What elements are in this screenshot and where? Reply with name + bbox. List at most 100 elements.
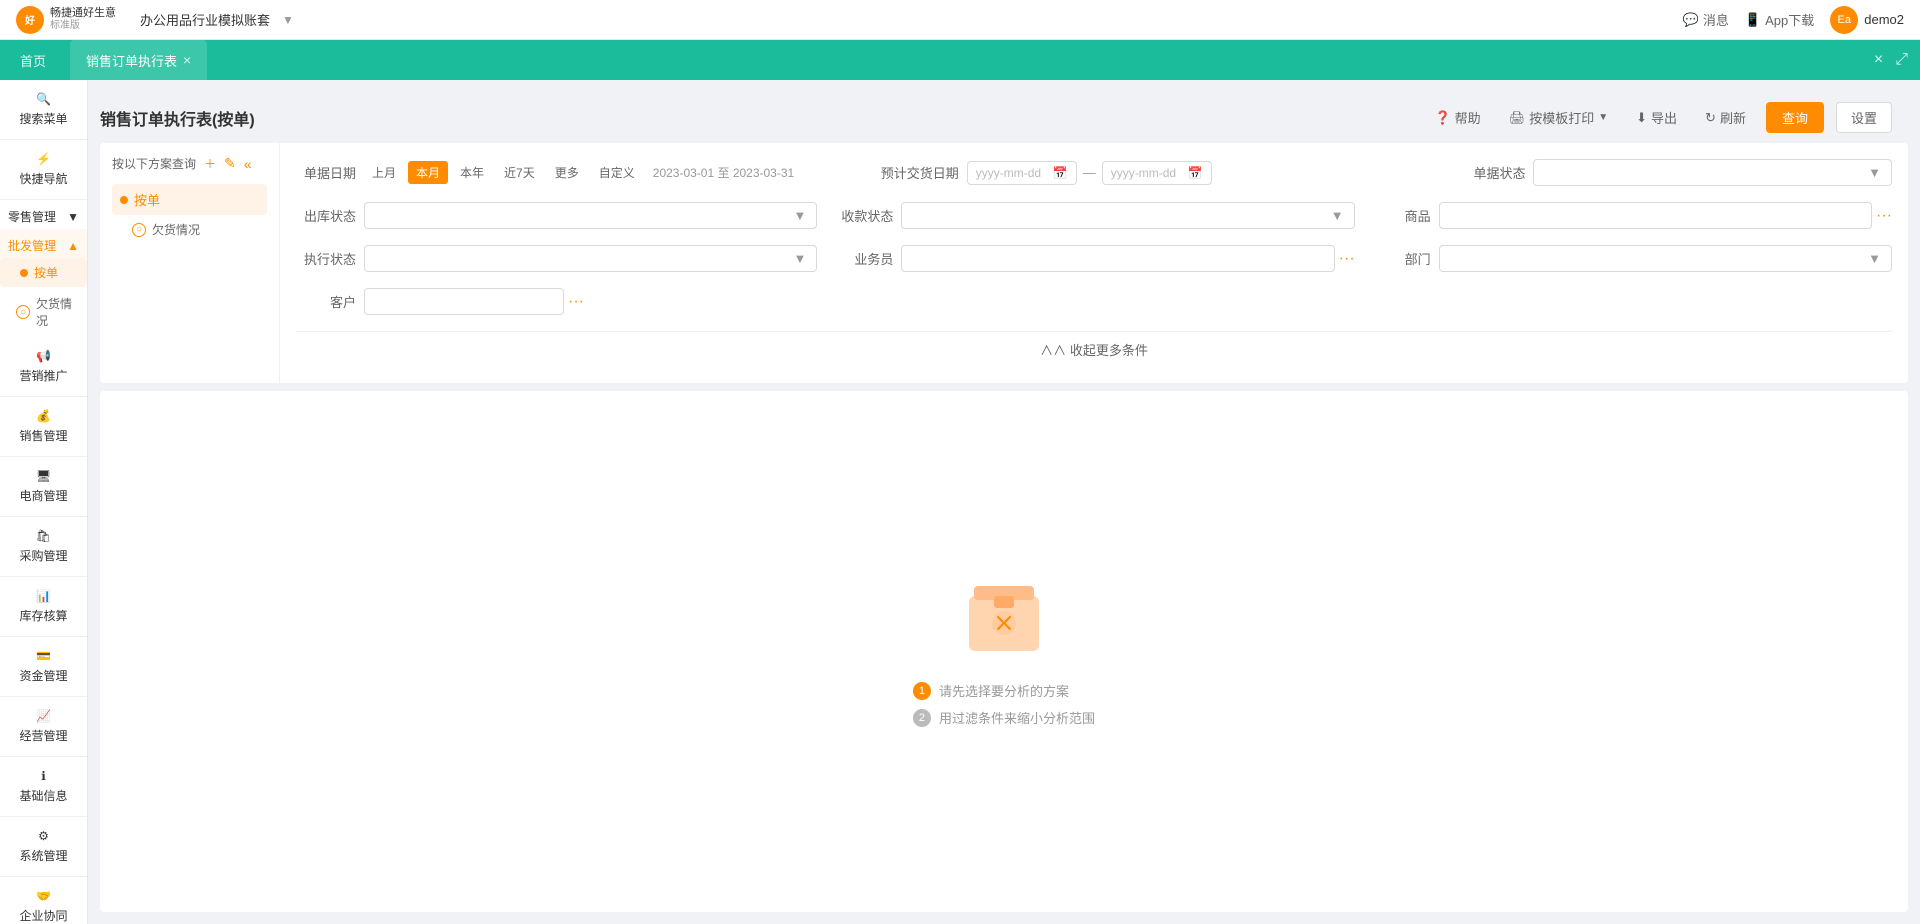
out-status-select[interactable]: ▼ (364, 202, 817, 229)
salesperson-input[interactable] (901, 245, 1334, 272)
date-tab-this-month[interactable]: 本月 (408, 161, 448, 184)
app-download-action[interactable]: 📱 App下载 (1745, 10, 1814, 29)
salesperson-more-icon[interactable]: ··· (1339, 250, 1355, 268)
scheme-circle-icon: ○ (132, 223, 146, 237)
sidebar-item-enterprise[interactable]: 🤝 企业协同 (0, 877, 87, 924)
print-icon: 🖨 (1509, 110, 1526, 126)
header-right: 💬 消息 📱 App下载 Ea demo2 (1683, 6, 1904, 34)
sidebar-item-marketing[interactable]: 📢 营销推广 (0, 337, 87, 397)
dropdown-arrow-icon[interactable]: ▼ (282, 13, 294, 27)
scheme-label: 按以下方案查询 (112, 155, 196, 172)
date-tab-last-7days[interactable]: 近7天 (496, 161, 543, 184)
refresh-label: 刷新 (1720, 108, 1746, 127)
sidebar-item-wholesale[interactable]: 批发管理 ▲ (0, 229, 87, 258)
basic-icon: ℹ (41, 769, 46, 783)
date-tab-last-month[interactable]: 上月 (364, 161, 404, 184)
sidebar: 🔍 搜索菜单 ⚡ 快捷导航 零售管理 ▼ 批发管理 ▲ 按单 ○ 欠货情况 📢 … (0, 80, 88, 924)
user-area[interactable]: Ea demo2 (1830, 6, 1904, 34)
expected-date-field: 预计交货日期 yyyy-mm-dd 📅 — yyyy-mm-dd (881, 161, 1450, 185)
wholesale-label: 批发管理 (8, 237, 56, 254)
customer-input[interactable] (364, 288, 564, 315)
tab-close-icon[interactable]: × (183, 52, 191, 68)
date-placeholder-end: yyyy-mm-dd (1111, 166, 1176, 180)
search-label: 搜索菜单 (19, 110, 67, 127)
status-select[interactable]: ▼ (1533, 159, 1892, 186)
top-header: 好 畅捷通好生意 标准版 办公用品行业模拟账套 ▼ 💬 消息 📱 App下载 E… (0, 0, 1920, 40)
main-layout: 🔍 搜索菜单 ⚡ 快捷导航 零售管理 ▼ 批发管理 ▲ 按单 ○ 欠货情况 📢 … (0, 80, 1920, 924)
dept-label: 部门 (1371, 249, 1431, 268)
retail-arrow-icon: ▼ (67, 210, 79, 224)
message-action[interactable]: 💬 消息 (1683, 10, 1729, 29)
sidebar-item-purchase[interactable]: 🛍 采购管理 (0, 517, 87, 577)
customer-more-icon[interactable]: ··· (568, 293, 584, 311)
out-status-dropdown-icon: ▼ (793, 208, 806, 223)
dot-icon (20, 269, 28, 277)
scheme-dot-icon (120, 196, 128, 204)
empty-box-svg (954, 568, 1054, 658)
date-tab-custom[interactable]: 自定义 (591, 161, 643, 184)
sidebar-sub-欠货情况[interactable]: ○ 欠货情况 (0, 287, 87, 337)
marketing-icon: 📢 (36, 349, 51, 363)
sidebar-sub-按单[interactable]: 按单 (0, 258, 87, 287)
dept-select[interactable]: ▼ (1439, 245, 1892, 272)
sidebar-item-retail[interactable]: 零售管理 ▼ (0, 200, 87, 229)
settings-button[interactable]: 设置 (1836, 102, 1892, 133)
calendar-start-icon[interactable]: 📅 (1053, 166, 1068, 180)
scheme-欠货情况[interactable]: ○ 欠货情况 (112, 215, 267, 244)
tab-home[interactable]: 首页 (0, 40, 66, 80)
date-tab-this-year[interactable]: 本年 (452, 161, 492, 184)
calendar-end-icon[interactable]: 📅 (1188, 166, 1203, 180)
sidebar-search[interactable]: 🔍 搜索菜单 (0, 80, 87, 140)
sidebar-item-system[interactable]: ⚙ 系统管理 (0, 817, 87, 877)
out-status-label: 出库状态 (296, 206, 356, 225)
sidebar-quicknav[interactable]: ⚡ 快捷导航 (0, 140, 87, 200)
goods-more-icon[interactable]: ··· (1876, 207, 1892, 225)
goods-input[interactable] (1439, 202, 1872, 229)
sidebar-item-inventory[interactable]: 📊 库存核算 (0, 577, 87, 637)
date-tab-more[interactable]: 更多 (547, 161, 587, 184)
tab-close-window-icon[interactable]: × (1874, 51, 1883, 69)
tab-maximize-icon[interactable]: ⤢ (1895, 51, 1908, 69)
enterprise-label: 企业协同 (19, 907, 67, 924)
dept-dropdown-icon: ▼ (1868, 251, 1881, 266)
expected-date-start[interactable]: yyyy-mm-dd 📅 (967, 161, 1077, 185)
empty-step-1: 1 请先选择要分析的方案 (913, 681, 1095, 700)
date-range-text: 2023-03-01 至 2023-03-31 (653, 164, 794, 181)
dept-field: 部门 ▼ (1371, 245, 1892, 272)
edit-scheme-icon[interactable]: ✎ (224, 155, 236, 172)
export-btn[interactable]: ⬇ 导出 (1628, 104, 1685, 131)
collapse-conditions-btn[interactable]: ∧∧ 收起更多条件 (296, 331, 1892, 367)
step1-circle: 1 (913, 682, 931, 700)
refresh-btn[interactable]: ↻ 刷新 (1697, 104, 1754, 131)
avatar: Ea (1830, 6, 1858, 34)
tab-sales-order[interactable]: 销售订单执行表 × (70, 40, 207, 80)
recv-status-select[interactable]: ▼ (901, 202, 1354, 229)
exec-status-select[interactable]: ▼ (364, 245, 817, 272)
expected-date-end[interactable]: yyyy-mm-dd 📅 (1102, 161, 1212, 185)
salesperson-label: 业务员 (833, 249, 893, 268)
tab-bar-right: × ⤢ (1874, 51, 1920, 69)
add-scheme-icon[interactable]: ＋ (204, 155, 216, 172)
scheme-按单[interactable]: 按单 (112, 184, 267, 215)
collapse-scheme-icon[interactable]: « (244, 156, 252, 172)
finance-icon: 💳 (36, 649, 51, 663)
empty-state: 1 请先选择要分析的方案 2 用过滤条件来缩小分析范围 (100, 391, 1908, 912)
help-btn[interactable]: ❓ 帮助 (1426, 104, 1488, 131)
user-name: demo2 (1864, 12, 1904, 27)
sales-label: 销售管理 (19, 427, 67, 444)
sidebar-item-sales[interactable]: 💰 销售管理 (0, 397, 87, 457)
query-button[interactable]: 查询 (1766, 102, 1824, 133)
template-print-label: 按模板打印 (1529, 108, 1594, 127)
content-area: 销售订单执行表(按单) ❓ 帮助 🖨 按模板打印 ▼ ⬇ 导出 (88, 80, 1920, 924)
template-print-btn[interactable]: 🖨 按模板打印 ▼ (1501, 104, 1616, 131)
sidebar-item-operations[interactable]: 📈 经营管理 (0, 697, 87, 757)
ecommerce-label: 电商管理 (19, 487, 67, 504)
sidebar-item-basic[interactable]: ℹ 基础信息 (0, 757, 87, 817)
sidebar-item-ecommerce[interactable]: 🖥 电商管理 (0, 457, 87, 517)
out-status-field: 出库状态 ▼ (296, 202, 817, 229)
scheme-按单-label: 按单 (134, 190, 160, 209)
refresh-icon: ↻ (1705, 110, 1716, 126)
status-label: 单据状态 (1465, 163, 1525, 182)
sidebar-item-finance[interactable]: 💳 资金管理 (0, 637, 87, 697)
empty-illustration (954, 568, 1054, 661)
